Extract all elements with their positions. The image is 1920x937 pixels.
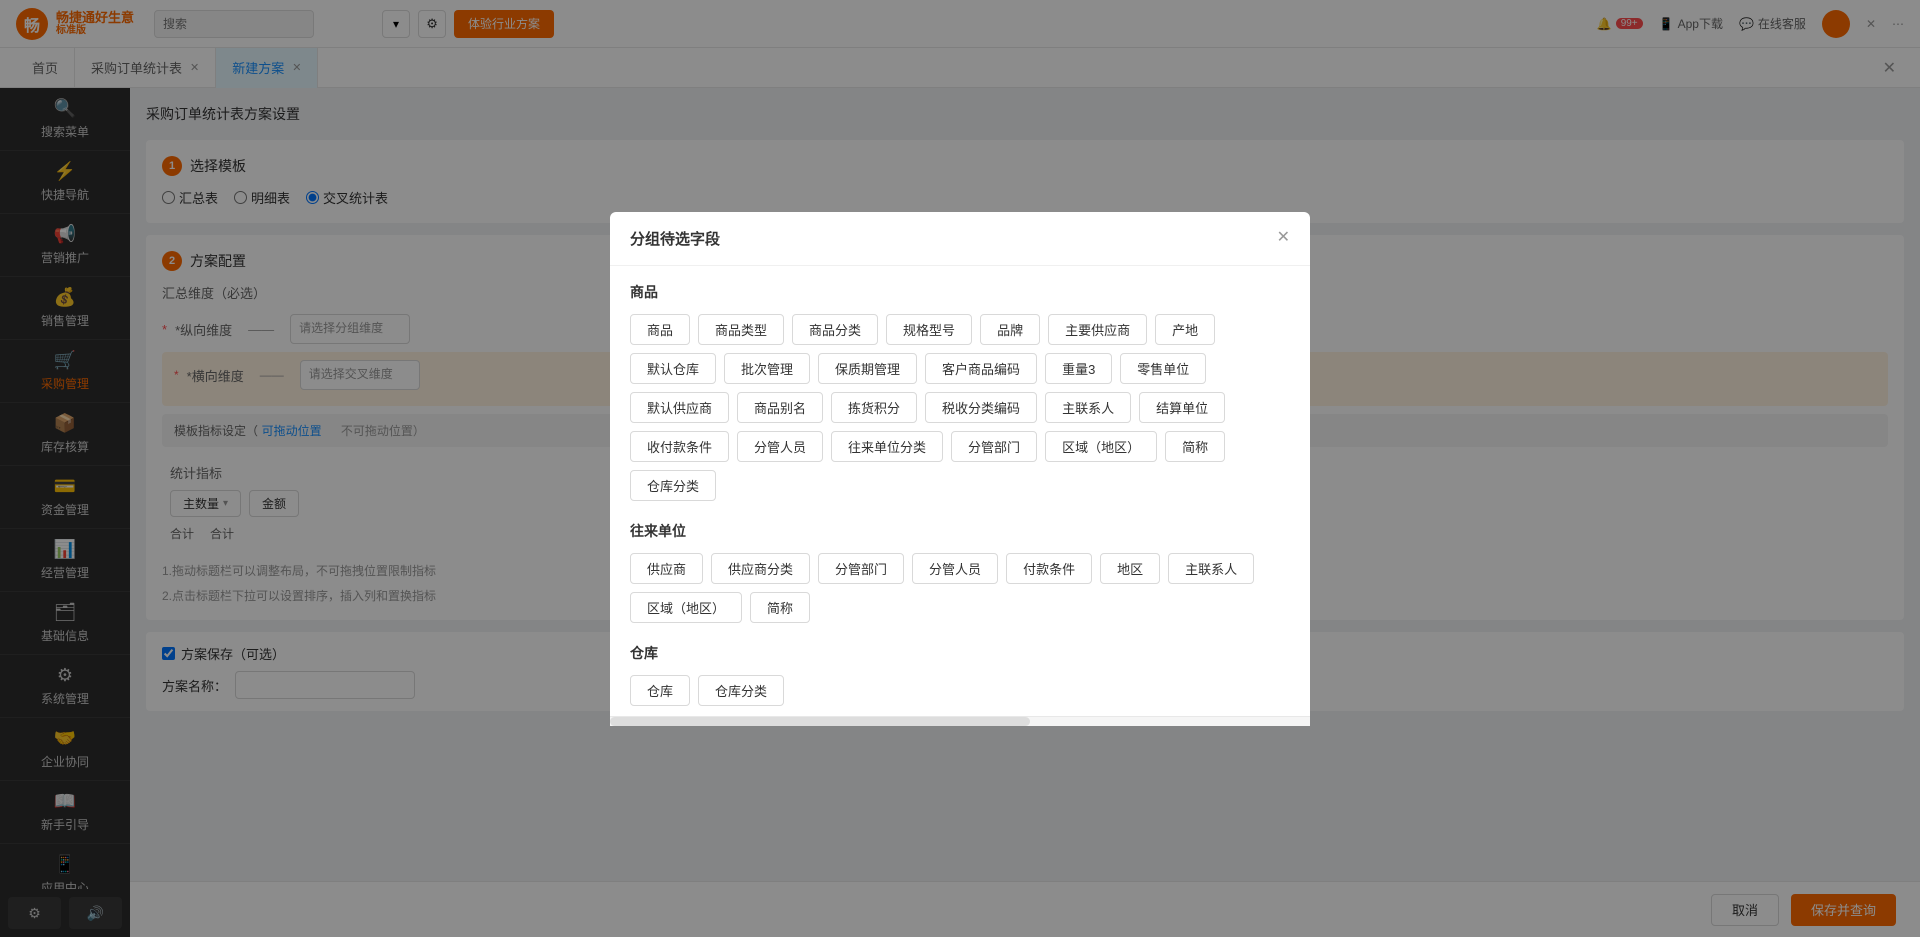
field-chip[interactable]: 主联系人 — [1045, 392, 1131, 423]
field-chip[interactable]: 保质期管理 — [818, 353, 917, 384]
field-chip[interactable]: 主联系人 — [1168, 553, 1254, 584]
field-chip[interactable]: 重量3 — [1045, 353, 1112, 384]
field-chip[interactable]: 结算单位 — [1139, 392, 1225, 423]
field-chip[interactable]: 税收分类编码 — [925, 392, 1037, 423]
counterpart-section-title: 往来单位 — [630, 521, 1286, 541]
field-chip[interactable]: 往来单位分类 — [831, 431, 943, 462]
field-chip[interactable]: 收付款条件 — [630, 431, 729, 462]
field-chip[interactable]: 商品类型 — [698, 314, 784, 345]
warehouse-chips: 仓库 仓库分类 — [630, 675, 1286, 706]
field-chip[interactable]: 简称 — [750, 592, 810, 623]
goods-chips: 商品 商品类型 商品分类 规格型号 品牌 主要供应商 产地 默认仓库 批次管理 … — [630, 314, 1286, 501]
goods-section-title: 商品 — [630, 282, 1286, 302]
field-chip[interactable]: 规格型号 — [886, 314, 972, 345]
field-chip[interactable]: 品牌 — [980, 314, 1040, 345]
modal-title: 分组待选字段 — [630, 228, 720, 249]
modal-body: 商品 商品 商品类型 商品分类 规格型号 品牌 主要供应商 产地 默认仓库 批次… — [610, 266, 1306, 716]
field-chip[interactable]: 商品分类 — [792, 314, 878, 345]
field-chip[interactable]: 区域（地区） — [1045, 431, 1157, 462]
field-section-counterpart: 往来单位 供应商 供应商分类 分管部门 分管人员 付款条件 地区 主联系人 区域… — [630, 521, 1286, 623]
field-chip[interactable]: 分管人员 — [737, 431, 823, 462]
field-chip[interactable]: 地区 — [1100, 553, 1160, 584]
modal-scroll-area[interactable]: 商品 商品 商品类型 商品分类 规格型号 品牌 主要供应商 产地 默认仓库 批次… — [610, 266, 1310, 716]
field-section-warehouse: 仓库 仓库 仓库分类 — [630, 643, 1286, 706]
field-chip[interactable]: 仓库分类 — [698, 675, 784, 706]
field-chip[interactable]: 批次管理 — [724, 353, 810, 384]
field-chip[interactable]: 分管人员 — [912, 553, 998, 584]
modal-close-btn[interactable]: ✕ — [1277, 230, 1290, 246]
field-chip[interactable]: 零售单位 — [1120, 353, 1206, 384]
field-chip[interactable]: 供应商分类 — [711, 553, 810, 584]
modal-scrollbar-thumb — [610, 717, 1030, 726]
modal-header: 分组待选字段 ✕ — [610, 212, 1310, 266]
field-chip[interactable]: 供应商 — [630, 553, 703, 584]
field-chip[interactable]: 产地 — [1155, 314, 1215, 345]
counterpart-chips: 供应商 供应商分类 分管部门 分管人员 付款条件 地区 主联系人 区域（地区） … — [630, 553, 1286, 623]
field-chip[interactable]: 默认仓库 — [630, 353, 716, 384]
field-section-goods: 商品 商品 商品类型 商品分类 规格型号 品牌 主要供应商 产地 默认仓库 批次… — [630, 282, 1286, 501]
field-chip[interactable]: 默认供应商 — [630, 392, 729, 423]
field-chip[interactable]: 付款条件 — [1006, 553, 1092, 584]
modal-overlay: 分组待选字段 ✕ 商品 商品 商品类型 商品分类 规格型号 品牌 主要供应商 产… — [0, 0, 1920, 937]
field-chip[interactable]: 商品 — [630, 314, 690, 345]
field-chip[interactable]: 商品别名 — [737, 392, 823, 423]
field-chip[interactable]: 仓库 — [630, 675, 690, 706]
field-chip[interactable]: 简称 — [1165, 431, 1225, 462]
warehouse-section-title: 仓库 — [630, 643, 1286, 663]
field-chip[interactable]: 客户商品编码 — [925, 353, 1037, 384]
modal-horizontal-scrollbar[interactable] — [610, 716, 1310, 726]
field-chip[interactable]: 仓库分类 — [630, 470, 716, 501]
field-chip[interactable]: 主要供应商 — [1048, 314, 1147, 345]
field-chip[interactable]: 拣货积分 — [831, 392, 917, 423]
modal-dialog: 分组待选字段 ✕ 商品 商品 商品类型 商品分类 规格型号 品牌 主要供应商 产… — [610, 212, 1310, 726]
field-chip[interactable]: 分管部门 — [818, 553, 904, 584]
field-chip[interactable]: 区域（地区） — [630, 592, 742, 623]
field-chip[interactable]: 分管部门 — [951, 431, 1037, 462]
